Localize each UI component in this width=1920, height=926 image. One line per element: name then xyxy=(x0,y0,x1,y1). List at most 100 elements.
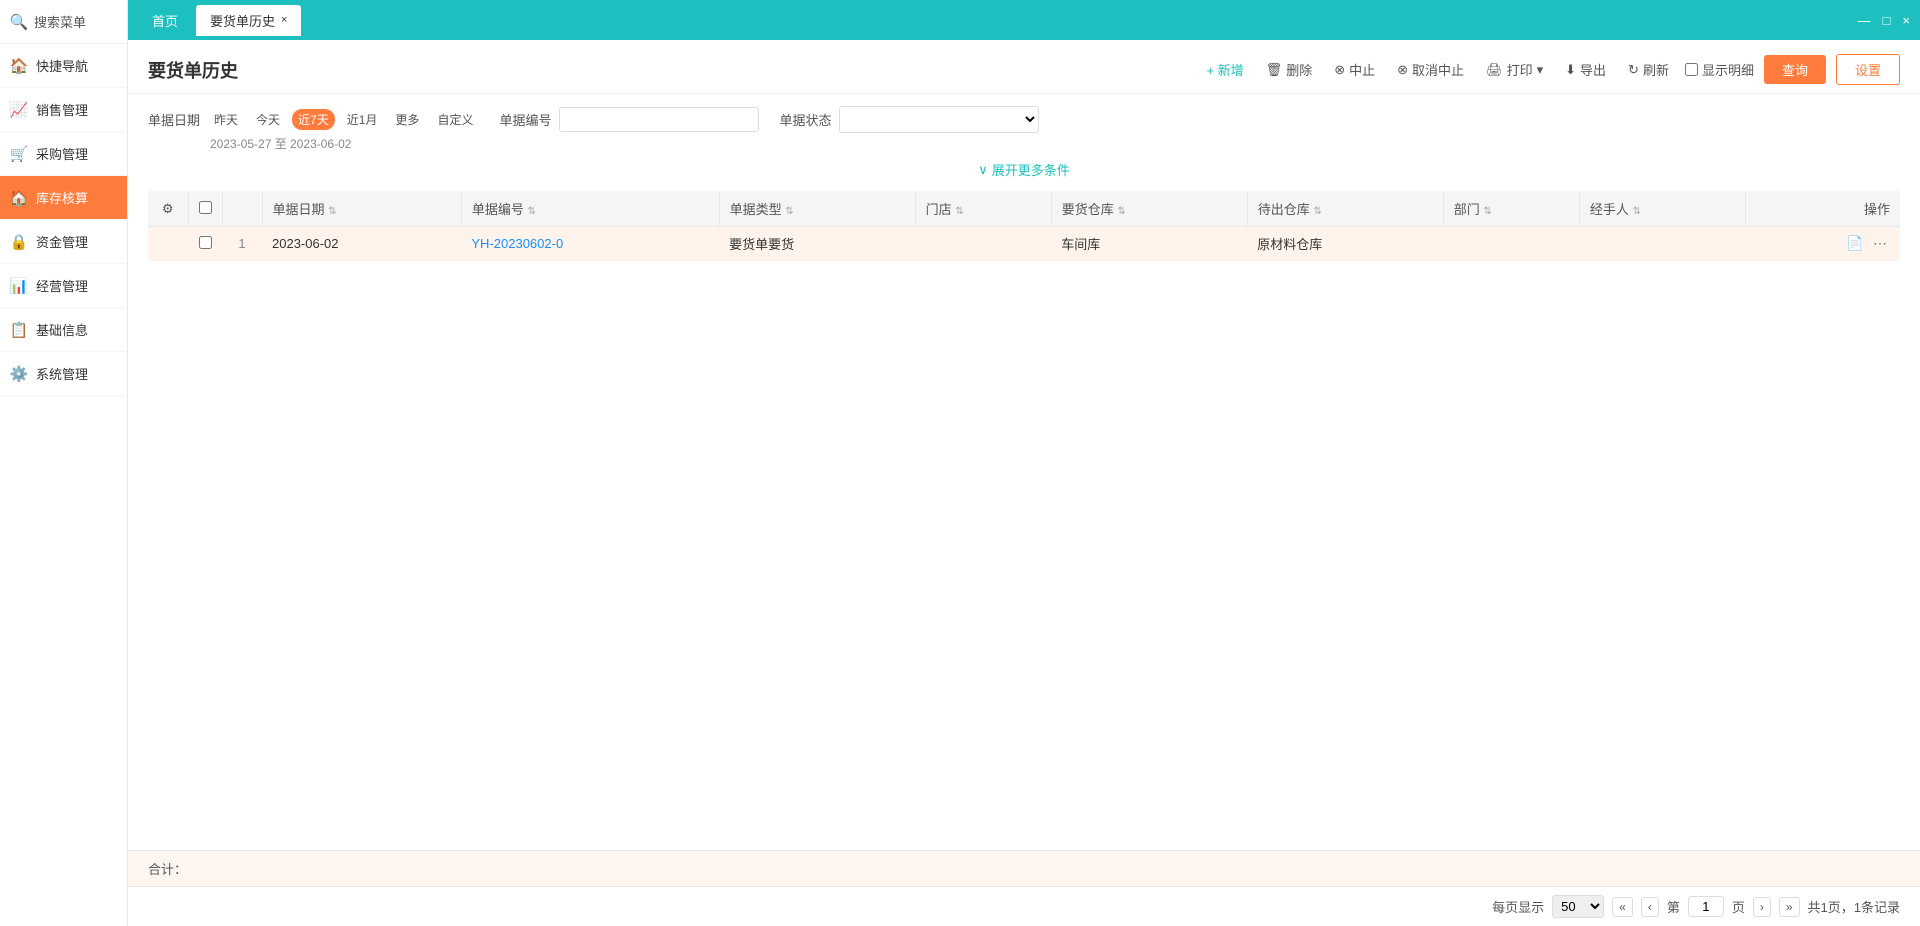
total-info: 共1页，1条记录 xyxy=(1808,897,1900,916)
delete-button[interactable]: 🗑 删除 xyxy=(1260,57,1319,82)
prev-page-button[interactable]: ‹ xyxy=(1641,897,1659,917)
print-icon: 🖨 xyxy=(1486,62,1503,78)
status-select[interactable] xyxy=(839,106,1039,133)
sidebar-item-label: 销售管理 xyxy=(36,100,88,119)
sidebar-item-purchase[interactable]: 🛒 采购管理 xyxy=(0,132,127,176)
tab-home[interactable]: 首页 xyxy=(138,5,192,36)
sidebar-item-inventory[interactable]: 🏠 库存核算 xyxy=(0,176,127,220)
col-store[interactable]: 门店 ⇅ xyxy=(915,191,1051,227)
row-bill-type: 要货单要货 xyxy=(719,227,915,261)
tab-home-label: 首页 xyxy=(152,11,178,30)
sidebar-item-operations[interactable]: 📊 经营管理 xyxy=(0,264,127,308)
status-label: 单据状态 xyxy=(779,110,831,129)
sidebar-item-basic-info[interactable]: 📋 基础信息 xyxy=(0,308,127,352)
last7days-btn[interactable]: 近7天 xyxy=(292,109,335,130)
date-shortcuts: 昨天 今天 近7天 近1月 更多 自定义 xyxy=(208,109,479,130)
display-detail-checkbox[interactable] xyxy=(1685,63,1698,76)
col-req-warehouse[interactable]: 要货仓库 ⇅ xyxy=(1051,191,1247,227)
bill-no-link[interactable]: YH-20230602-0 xyxy=(471,236,563,251)
operations-icon: 📊 xyxy=(10,277,28,295)
page-title: 要货单历史 xyxy=(148,57,238,83)
export-icon: ⬇ xyxy=(1565,62,1576,78)
table-row[interactable]: 1 2023-06-02 YH-20230602-0 要货单要货 车间库 原材料… xyxy=(148,227,1900,261)
row-store xyxy=(915,227,1051,261)
footer-bar: 合计： xyxy=(128,850,1920,886)
more-btn[interactable]: 更多 xyxy=(389,109,425,130)
page-size-select[interactable]: 50 10 20 100 xyxy=(1552,895,1604,918)
table-area: ⚙ 单据日期 ⇅ 单据编号 ⇅ xyxy=(128,191,1920,850)
sort-icon-date: ⇅ xyxy=(328,206,336,217)
col-bill-no[interactable]: 单据编号 ⇅ xyxy=(461,191,719,227)
custom-btn[interactable]: 自定义 xyxy=(431,109,479,130)
col-settings[interactable]: ⚙ xyxy=(148,191,188,227)
row-more-icon[interactable]: ⋯ xyxy=(1873,235,1887,251)
sidebar-item-system[interactable]: ⚙️ 系统管理 xyxy=(0,352,127,396)
select-all-checkbox[interactable] xyxy=(199,201,212,214)
row-checkbox-cell[interactable] xyxy=(188,227,222,261)
add-button[interactable]: + 新增 xyxy=(1200,57,1249,82)
sales-icon: 📈 xyxy=(10,101,28,119)
query-button[interactable]: 查询 xyxy=(1764,55,1826,84)
filter-area: 单据日期 昨天 今天 近7天 近1月 更多 自定义 单据编号 xyxy=(128,94,1920,191)
export-button[interactable]: ⬇ 导出 xyxy=(1559,57,1612,82)
sidebar-item-label: 基础信息 xyxy=(36,320,88,339)
sidebar-item-sales[interactable]: 📈 销售管理 xyxy=(0,88,127,132)
stop-button[interactable]: ⊗ 中止 xyxy=(1328,57,1381,82)
tab-active[interactable]: 要货单历史 × xyxy=(196,5,301,36)
tab-close-icon[interactable]: × xyxy=(281,14,287,26)
next-page-button[interactable]: › xyxy=(1753,897,1771,917)
sidebar-item-quick-nav[interactable]: 🏠 快捷导航 xyxy=(0,44,127,88)
search-icon: 🔍 xyxy=(10,13,28,31)
inventory-icon: 🏠 xyxy=(10,189,28,207)
yesterday-btn[interactable]: 昨天 xyxy=(208,109,244,130)
last1month-btn[interactable]: 近1月 xyxy=(341,109,384,130)
sidebar-search[interactable]: 🔍 搜索菜单 xyxy=(0,0,127,44)
sort-icon-bill-no: ⇅ xyxy=(528,206,536,217)
finance-icon: 🔒 xyxy=(10,233,28,251)
row-date: 2023-06-02 xyxy=(262,227,461,261)
sidebar-item-finance[interactable]: 🔒 资金管理 xyxy=(0,220,127,264)
bill-no-filter-group: 单据编号 xyxy=(499,107,759,132)
expand-more-btn[interactable]: ∨ 展开更多条件 xyxy=(148,160,1900,179)
home-icon: 🏠 xyxy=(10,57,28,75)
date-filter-group: 单据日期 昨天 今天 近7天 近1月 更多 自定义 xyxy=(148,109,479,130)
refresh-icon: ↻ xyxy=(1628,62,1639,78)
refresh-button[interactable]: ↻ 刷新 xyxy=(1622,57,1675,82)
last-page-button[interactable]: » xyxy=(1779,897,1800,917)
window-restore-button[interactable]: □ xyxy=(1883,13,1891,28)
current-page-input[interactable] xyxy=(1688,896,1724,917)
row-edit-icon[interactable]: 📄 xyxy=(1846,235,1863,251)
window-minimize-button[interactable]: — xyxy=(1858,13,1871,28)
sort-icon-handler: ⇅ xyxy=(1632,206,1640,217)
footer-total-label: 合计： xyxy=(148,859,187,878)
cancel-stop-icon: ⊗ xyxy=(1397,62,1408,78)
col-bill-type[interactable]: 单据类型 ⇅ xyxy=(719,191,915,227)
col-dept[interactable]: 部门 ⇅ xyxy=(1443,191,1579,227)
col-action: 操作 xyxy=(1745,191,1900,227)
row-num: 1 xyxy=(222,227,262,261)
stop-icon: ⊗ xyxy=(1334,62,1345,78)
pagination: 每页显示 50 10 20 100 « ‹ 第 页 › » 共1页，1条记录 xyxy=(128,886,1920,926)
row-bill-no: YH-20230602-0 xyxy=(461,227,719,261)
col-date[interactable]: 单据日期 ⇅ xyxy=(262,191,461,227)
tab-active-label: 要货单历史 xyxy=(210,11,275,30)
window-close-button[interactable]: × xyxy=(1902,13,1910,28)
row-dept xyxy=(1443,227,1579,261)
date-filter-label: 单据日期 xyxy=(148,110,200,129)
sidebar: 🔍 搜索菜单 🏠 快捷导航 📈 销售管理 🛒 采购管理 🏠 库存核算 🔒 资金管… xyxy=(0,0,128,926)
bill-no-input[interactable] xyxy=(559,107,759,132)
col-pending-warehouse[interactable]: 待出仓库 ⇅ xyxy=(1247,191,1443,227)
sort-icon-req-warehouse: ⇅ xyxy=(1117,206,1125,217)
print-button[interactable]: 🖨 打印 ▾ xyxy=(1480,57,1549,82)
topbar-window-controls: — □ × xyxy=(1858,13,1910,28)
first-page-button[interactable]: « xyxy=(1612,897,1633,917)
sidebar-item-label: 资金管理 xyxy=(36,232,88,251)
settings-button[interactable]: 设置 xyxy=(1836,54,1900,85)
display-detail-button[interactable]: 显示明细 xyxy=(1685,60,1754,79)
delete-icon: 🗑 xyxy=(1266,62,1283,78)
col-handler[interactable]: 经手人 ⇅ xyxy=(1579,191,1745,227)
cancel-stop-button[interactable]: ⊗ 取消中止 xyxy=(1391,57,1470,82)
bill-no-label: 单据编号 xyxy=(499,110,551,129)
today-btn[interactable]: 今天 xyxy=(250,109,286,130)
row-req-warehouse: 车间库 xyxy=(1051,227,1247,261)
